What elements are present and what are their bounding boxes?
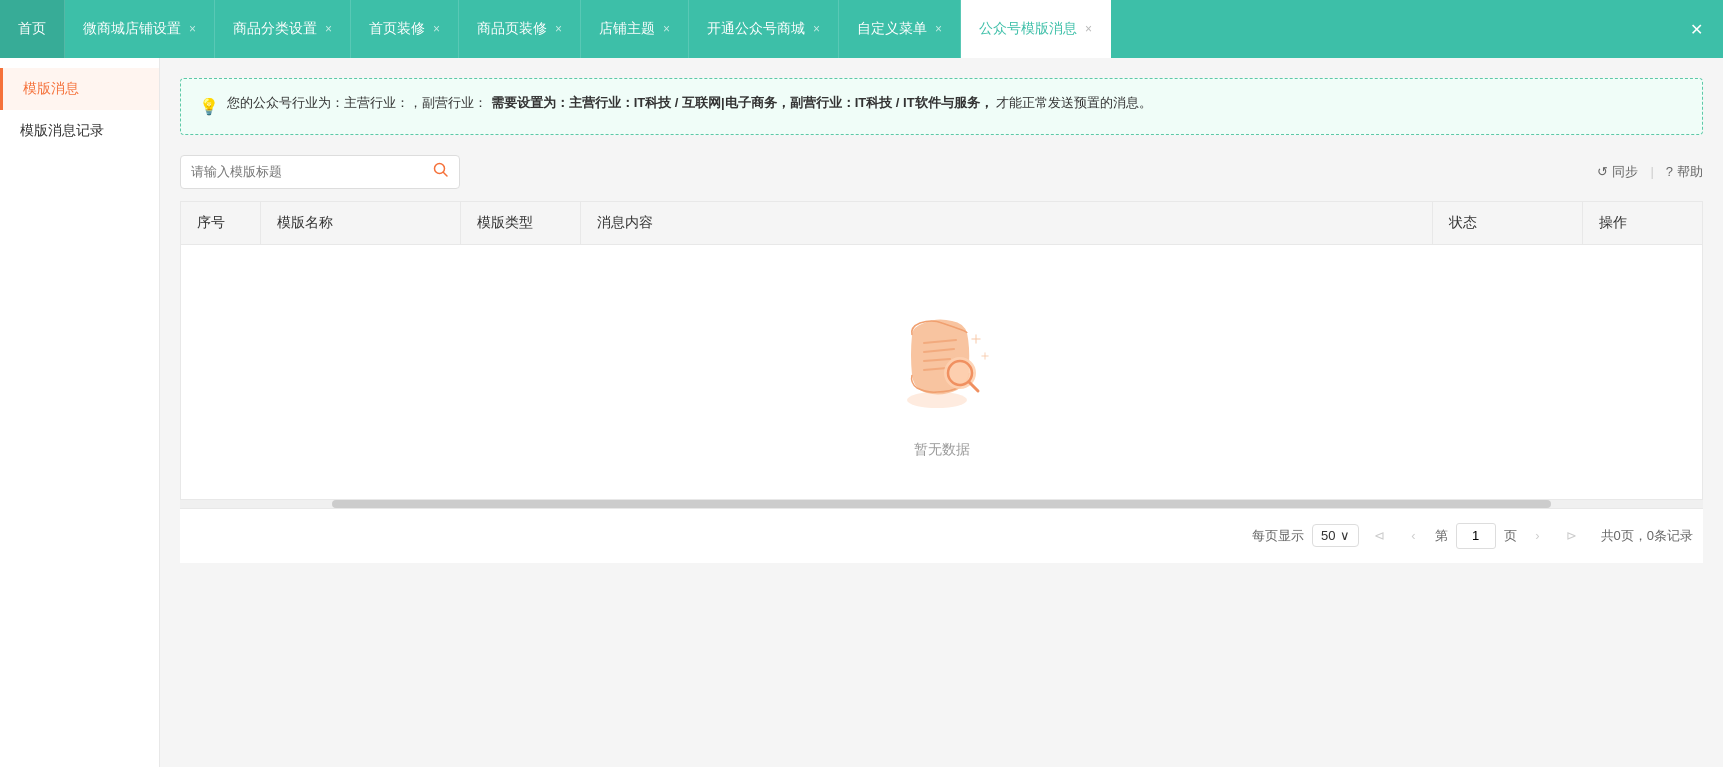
nav-tab-category[interactable]: 商品分类设置 × — [215, 0, 351, 58]
empty-text: 暂无数据 — [181, 441, 1702, 459]
col-status: 状态 — [1433, 201, 1583, 244]
main-layout: 模版消息 模版消息记录 💡 您的公众号行业为：主营行业：，副营行业： 需要设置为… — [0, 58, 1723, 767]
sidebar: 模版消息 模版消息记录 — [0, 58, 160, 767]
page-size-select[interactable]: 50 ∨ — [1312, 524, 1358, 547]
help-button[interactable]: ? 帮助 — [1666, 163, 1703, 181]
nav-tab-open-shop[interactable]: 开通公众号商城 × — [689, 0, 839, 58]
close-tab-category[interactable]: × — [325, 22, 332, 36]
close-tab-home-decor[interactable]: × — [433, 22, 440, 36]
sync-button[interactable]: ↺ 同步 — [1597, 163, 1638, 181]
last-page-button[interactable]: ⊳ — [1559, 523, 1585, 549]
nav-tab-product-decor[interactable]: 商品页装修 × — [459, 0, 581, 58]
notice-icon: 💡 — [199, 94, 219, 120]
col-name: 模版名称 — [261, 201, 461, 244]
toolbar-divider: | — [1650, 164, 1653, 179]
search-input[interactable] — [191, 164, 433, 179]
first-page-button[interactable]: ⊲ — [1367, 523, 1393, 549]
data-table: 序号 模版名称 模版类型 消息内容 状态 操作 — [180, 201, 1703, 500]
sidebar-item-template-message-record[interactable]: 模版消息记录 — [0, 110, 159, 152]
notice-box: 💡 您的公众号行业为：主营行业：，副营行业： 需要设置为：主营行业：IT科技 /… — [180, 78, 1703, 135]
sync-icon: ↺ — [1597, 164, 1608, 179]
page-unit: 页 — [1504, 527, 1517, 545]
close-tab-template-message[interactable]: × — [1085, 22, 1092, 36]
empty-illustration — [882, 305, 1002, 425]
top-nav: 首页 微商城店铺设置 × 商品分类设置 × 首页装修 × 商品页装修 × 店铺主… — [0, 0, 1723, 58]
scrollbar-thumb[interactable] — [332, 500, 1550, 508]
table-container: 序号 模版名称 模版类型 消息内容 状态 操作 — [180, 201, 1703, 508]
close-tab-custom-menu[interactable]: × — [935, 22, 942, 36]
toolbar-right: ↺ 同步 | ? 帮助 — [1597, 163, 1703, 181]
nav-tab-template-message[interactable]: 公众号模版消息 × — [961, 0, 1111, 58]
page-input[interactable] — [1456, 523, 1496, 549]
page-size-label: 每页显示 — [1252, 527, 1304, 545]
sidebar-item-template-message[interactable]: 模版消息 — [0, 68, 159, 110]
horizontal-scrollbar[interactable] — [180, 500, 1703, 508]
close-tab-store-settings[interactable]: × — [189, 22, 196, 36]
nav-tab-home[interactable]: 首页 — [0, 0, 65, 58]
search-input-wrapper — [180, 155, 460, 189]
next-page-button[interactable]: › — [1525, 523, 1551, 549]
close-tab-open-shop[interactable]: × — [813, 22, 820, 36]
close-all-button[interactable]: ✕ — [1670, 20, 1723, 39]
nav-tab-home-decor[interactable]: 首页装修 × — [351, 0, 459, 58]
close-tab-theme[interactable]: × — [663, 22, 670, 36]
col-content: 消息内容 — [581, 201, 1433, 244]
nav-tab-store-settings[interactable]: 微商城店铺设置 × — [65, 0, 215, 58]
svg-line-9 — [969, 382, 978, 391]
prev-page-button[interactable]: ‹ — [1401, 523, 1427, 549]
help-icon: ? — [1666, 164, 1673, 179]
col-index: 序号 — [181, 201, 261, 244]
content-area: 💡 您的公众号行业为：主营行业：，副营行业： 需要设置为：主营行业：IT科技 /… — [160, 58, 1723, 767]
page-total: 共0页，0条记录 — [1601, 527, 1693, 545]
notice-highlight: 需要设置为：主营行业：IT科技 / 互联网|电子商务，副营行业：IT科技 / I… — [491, 95, 993, 110]
search-icon[interactable] — [433, 162, 449, 181]
close-tab-product-decor[interactable]: × — [555, 22, 562, 36]
col-type: 模版类型 — [461, 201, 581, 244]
nav-tab-custom-menu[interactable]: 自定义菜单 × — [839, 0, 961, 58]
pagination: 每页显示 50 ∨ ⊲ ‹ 第 页 › ⊳ 共0页，0条记录 — [180, 508, 1703, 563]
chevron-down-icon: ∨ — [1340, 528, 1350, 543]
col-action: 操作 — [1583, 201, 1703, 244]
svg-line-1 — [444, 173, 448, 177]
search-row: ↺ 同步 | ? 帮助 — [180, 155, 1703, 189]
nav-tab-theme[interactable]: 店铺主题 × — [581, 0, 689, 58]
notice-text: 您的公众号行业为：主营行业：，副营行业： 需要设置为：主营行业：IT科技 / 互… — [227, 93, 1152, 114]
page-label: 第 — [1435, 527, 1448, 545]
empty-state: 暂无数据 — [181, 245, 1702, 499]
